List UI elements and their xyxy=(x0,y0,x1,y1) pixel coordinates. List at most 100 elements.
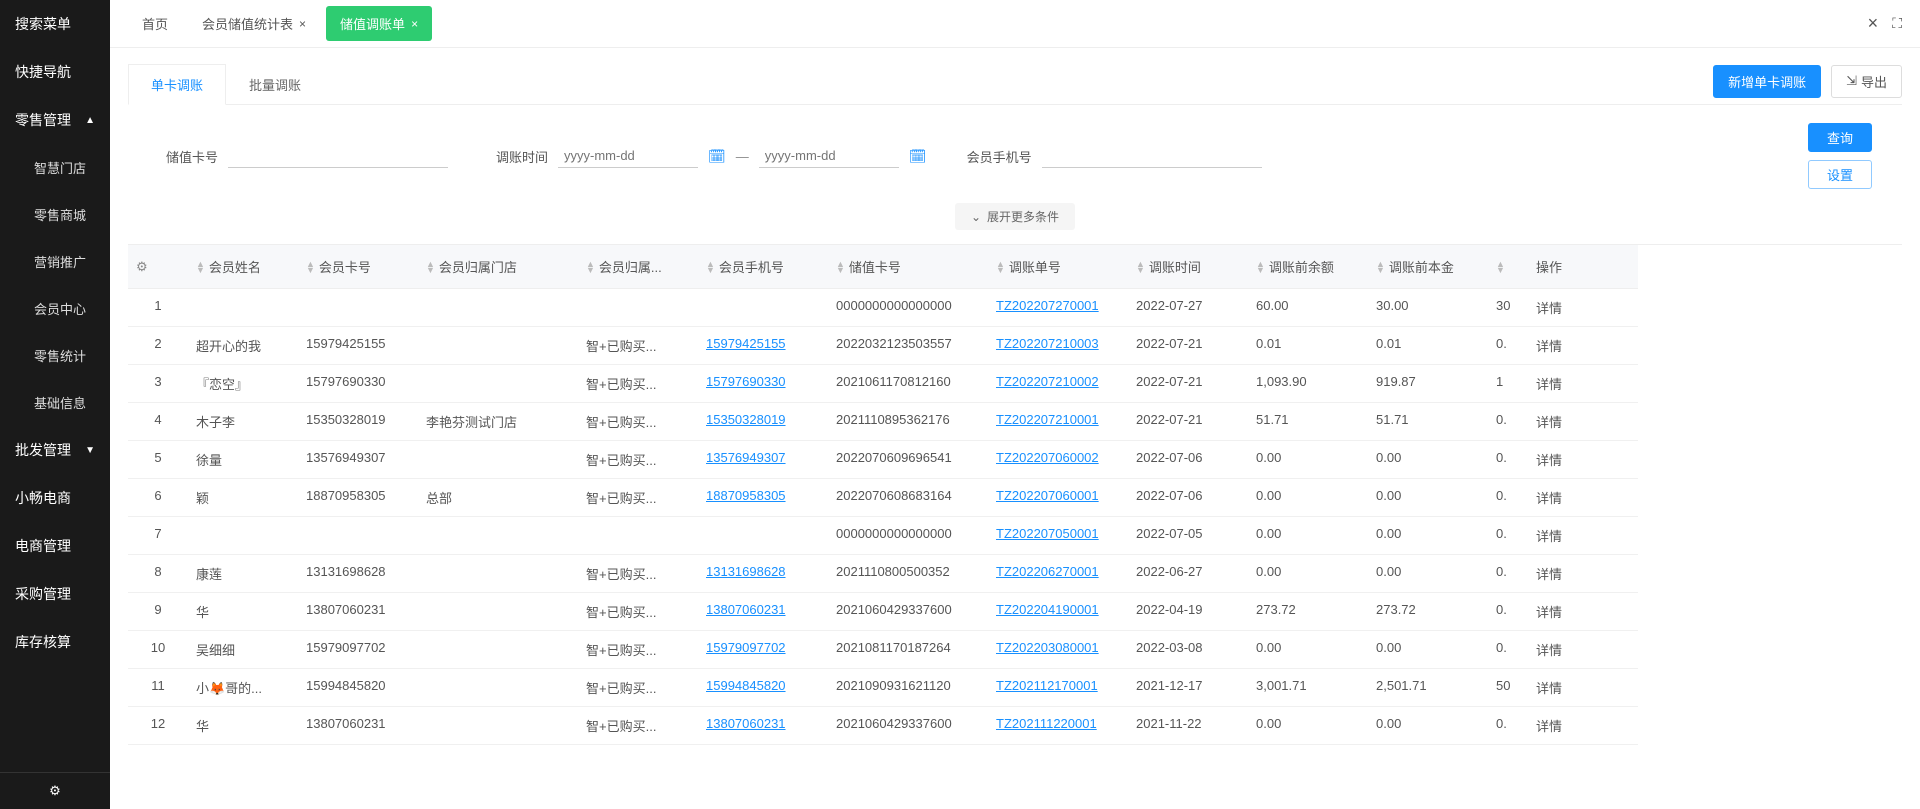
sidebar-sub-member[interactable]: 会员中心 xyxy=(0,285,110,332)
col-op[interactable]: 操作 xyxy=(1528,245,1638,289)
cell-store xyxy=(418,707,578,745)
tab-stats[interactable]: 会员储值统计表× xyxy=(188,6,320,41)
settings-button[interactable]: 设置 xyxy=(1808,160,1872,189)
col-card[interactable]: ▲▼会员卡号 xyxy=(298,245,418,289)
cell-detail[interactable]: 详情 xyxy=(1528,555,1638,593)
cell-extra: 0. xyxy=(1488,441,1528,479)
cell-store: 总部 xyxy=(418,479,578,517)
cell-billno[interactable]: TZ202207270001 xyxy=(988,289,1128,327)
sidebar-search[interactable]: 搜索菜单 xyxy=(0,0,110,48)
col-billno[interactable]: ▲▼调账单号 xyxy=(988,245,1128,289)
col-store2[interactable]: ▲▼会员归属... xyxy=(578,245,698,289)
cell-time: 2022-07-21 xyxy=(1128,365,1248,403)
cell-beforebal: 51.71 xyxy=(1248,403,1368,441)
sidebar-sub-stats[interactable]: 零售统计 xyxy=(0,332,110,379)
cell-billno[interactable]: TZ202207210002 xyxy=(988,365,1128,403)
close-all-icon[interactable]: × xyxy=(1868,13,1879,34)
cell-billno[interactable]: TZ202207210003 xyxy=(988,327,1128,365)
col-beforeprin[interactable]: ▲▼调账前本金 xyxy=(1368,245,1488,289)
expand-filters-button[interactable]: ⌄ 展开更多条件 xyxy=(955,203,1075,230)
sidebar-inventory[interactable]: 库存核算 xyxy=(0,618,110,666)
cell-detail[interactable]: 详情 xyxy=(1528,479,1638,517)
caret-down-icon: ▼ xyxy=(85,445,95,456)
cell-phone[interactable]: 15979097702 xyxy=(698,631,828,669)
col-beforebal[interactable]: ▲▼调账前余额 xyxy=(1248,245,1368,289)
close-icon[interactable]: × xyxy=(411,17,418,31)
cell-detail[interactable]: 详情 xyxy=(1528,707,1638,745)
cell-phone[interactable]: 13807060231 xyxy=(698,707,828,745)
cell-billno[interactable]: TZ202206270001 xyxy=(988,555,1128,593)
cell-phone[interactable]: 13807060231 xyxy=(698,593,828,631)
sidebar-sub-retailmall[interactable]: 零售商城 xyxy=(0,191,110,238)
gear-icon[interactable]: ⚙ xyxy=(136,259,148,275)
cell-extra: 0. xyxy=(1488,517,1528,555)
cell-detail[interactable]: 详情 xyxy=(1528,669,1638,707)
sidebar-settings-icon[interactable]: ⚙ xyxy=(0,772,110,809)
input-date-end[interactable] xyxy=(759,144,899,168)
export-button[interactable]: ⇲导出 xyxy=(1831,65,1902,98)
col-store[interactable]: ▲▼会员归属门店 xyxy=(418,245,578,289)
cell-phone[interactable] xyxy=(698,517,828,555)
cell-detail[interactable]: 详情 xyxy=(1528,517,1638,555)
sidebar-retail-mgmt[interactable]: 零售管理▲ xyxy=(0,96,110,144)
cell-detail[interactable]: 详情 xyxy=(1528,327,1638,365)
col-name[interactable]: ▲▼会员姓名 xyxy=(188,245,298,289)
col-extra[interactable]: ▲▼ xyxy=(1488,245,1528,289)
cell-extra: 0. xyxy=(1488,479,1528,517)
main: 首页 会员储值统计表× 储值调账单× × ⛶ 单卡调账 批量调账 新增单卡调账 … xyxy=(110,0,1920,809)
tab-adjustbill[interactable]: 储值调账单× xyxy=(326,6,432,41)
sidebar-wholesale[interactable]: 批发管理▼ xyxy=(0,426,110,474)
cell-billno[interactable]: TZ202112170001 xyxy=(988,669,1128,707)
cell-billno[interactable]: TZ202207050001 xyxy=(988,517,1128,555)
cell-billno[interactable]: TZ202207060001 xyxy=(988,479,1128,517)
sidebar-sub-basic[interactable]: 基础信息 xyxy=(0,379,110,426)
col-gear[interactable]: ⚙ xyxy=(128,245,188,289)
cell-phone[interactable]: 18870958305 xyxy=(698,479,828,517)
sidebar-sub-smartstore[interactable]: 智慧门店 xyxy=(0,144,110,191)
col-svcard[interactable]: ▲▼储值卡号 xyxy=(828,245,988,289)
cell-phone[interactable]: 13576949307 xyxy=(698,441,828,479)
cell-billno[interactable]: TZ202203080001 xyxy=(988,631,1128,669)
cell-detail[interactable]: 详情 xyxy=(1528,593,1638,631)
input-date-start[interactable] xyxy=(558,144,698,168)
add-single-button[interactable]: 新增单卡调账 xyxy=(1713,65,1821,98)
cell-billno[interactable]: TZ202207060002 xyxy=(988,441,1128,479)
cell-detail[interactable]: 详情 xyxy=(1528,441,1638,479)
cell-phone[interactable] xyxy=(698,289,828,327)
tab-home[interactable]: 首页 xyxy=(128,6,182,41)
cell-phone[interactable]: 15994845820 xyxy=(698,669,828,707)
input-phone[interactable] xyxy=(1042,144,1262,168)
cell-store2: 智+已购买... xyxy=(578,479,698,517)
close-icon[interactable]: × xyxy=(299,17,306,31)
col-phone[interactable]: ▲▼会员手机号 xyxy=(698,245,828,289)
calendar-icon[interactable]: 🗓 xyxy=(708,148,726,165)
calendar-icon[interactable]: 🗓 xyxy=(909,148,927,165)
cell-detail[interactable]: 详情 xyxy=(1528,365,1638,403)
cell-detail[interactable]: 详情 xyxy=(1528,289,1638,327)
subtab-single[interactable]: 单卡调账 xyxy=(128,64,226,105)
sidebar-sub-marketing[interactable]: 营销推广 xyxy=(0,238,110,285)
row-index: 3 xyxy=(128,365,188,403)
sidebar-xiaochang[interactable]: 小畅电商 xyxy=(0,474,110,522)
cell-billno[interactable]: TZ202111220001 xyxy=(988,707,1128,745)
cell-beforeprin: 0.01 xyxy=(1368,327,1488,365)
cell-beforebal: 60.00 xyxy=(1248,289,1368,327)
sidebar-purchase[interactable]: 采购管理 xyxy=(0,570,110,618)
cell-phone[interactable]: 15979425155 xyxy=(698,327,828,365)
sidebar-quicknav[interactable]: 快捷导航 xyxy=(0,48,110,96)
cell-detail[interactable]: 详情 xyxy=(1528,403,1638,441)
cell-phone[interactable]: 13131698628 xyxy=(698,555,828,593)
col-time[interactable]: ▲▼调账时间 xyxy=(1128,245,1248,289)
input-cardno[interactable] xyxy=(228,144,448,168)
cell-detail[interactable]: 详情 xyxy=(1528,631,1638,669)
cell-billno[interactable]: TZ202204190001 xyxy=(988,593,1128,631)
fullscreen-icon[interactable]: ⛶ xyxy=(1892,15,1902,32)
sidebar-ecom[interactable]: 电商管理 xyxy=(0,522,110,570)
cell-phone[interactable]: 15797690330 xyxy=(698,365,828,403)
cell-billno[interactable]: TZ202207210001 xyxy=(988,403,1128,441)
query-button[interactable]: 查询 xyxy=(1808,123,1872,152)
cell-phone[interactable]: 15350328019 xyxy=(698,403,828,441)
subtabs: 单卡调账 批量调账 xyxy=(128,64,324,104)
subtab-batch[interactable]: 批量调账 xyxy=(226,64,324,104)
cell-store xyxy=(418,289,578,327)
